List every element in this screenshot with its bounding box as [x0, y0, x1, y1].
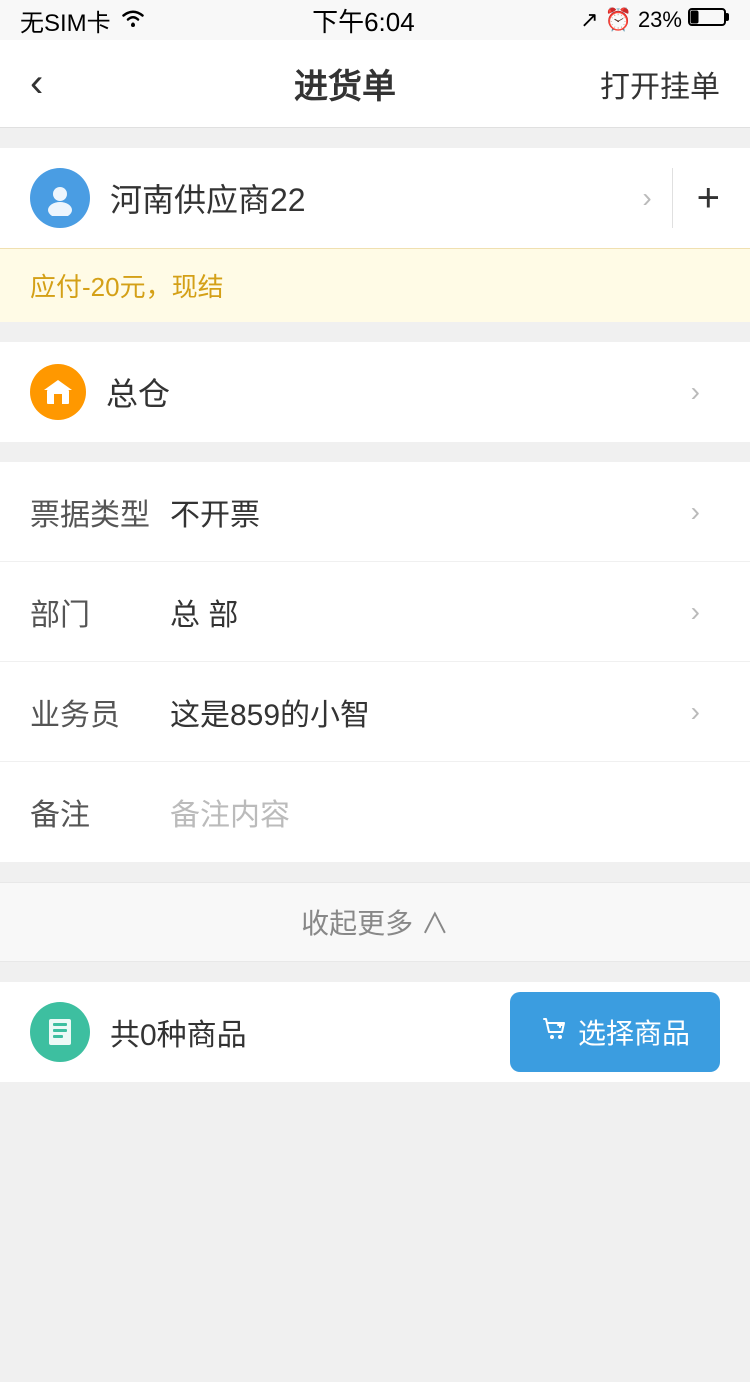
location-icon: ↗: [580, 7, 598, 33]
supplier-name: 河南供应商22: [110, 175, 642, 221]
carrier-label: 无SIM卡: [20, 3, 111, 38]
notice-bar: 应付-20元，现结: [0, 248, 750, 322]
section-gap-1: [0, 128, 750, 148]
invoice-type-chevron-icon: ›: [691, 496, 700, 528]
battery-label: 23%: [638, 7, 682, 33]
select-product-label: 选择商品: [578, 1012, 690, 1052]
department-chevron-icon: ›: [691, 596, 700, 628]
alarm-icon: ⏰: [605, 7, 632, 33]
invoice-type-row[interactable]: 票据类型 不开票 ›: [0, 462, 750, 562]
wifi-icon: [119, 6, 147, 35]
product-section: 共0种商品 选择商品: [0, 982, 750, 1082]
status-bar: 无SIM卡 下午6:04 ↗ ⏰ 23%: [0, 0, 750, 40]
add-button[interactable]: +: [672, 168, 720, 228]
department-row[interactable]: 部门 总 部 ›: [0, 562, 750, 662]
salesperson-label: 业务员: [30, 690, 160, 734]
select-product-button[interactable]: 选择商品: [510, 992, 720, 1072]
cart-icon: [540, 1015, 568, 1050]
product-count: 共0种商品: [110, 1010, 510, 1054]
warehouse-icon: [30, 364, 86, 420]
notice-text: 应付-20元，现结: [30, 272, 224, 302]
bottom-area: [0, 1082, 750, 1382]
salesperson-chevron-icon: ›: [691, 696, 700, 728]
department-value: 总 部: [160, 590, 691, 634]
open-pending-button[interactable]: 打开挂单: [600, 62, 720, 106]
page-title: 进货单: [294, 59, 396, 108]
chevron-right-icon: ›: [642, 182, 651, 214]
supplier-row[interactable]: 河南供应商22 › +: [0, 148, 750, 248]
department-label: 部门: [30, 590, 160, 634]
battery-icon: [688, 6, 730, 34]
supplier-avatar: [30, 168, 90, 228]
warehouse-chevron-icon: ›: [691, 376, 700, 408]
status-left: 无SIM卡: [20, 3, 147, 38]
remarks-row[interactable]: 备注 备注内容: [0, 762, 750, 862]
nav-bar: ‹ 进货单 打开挂单: [0, 40, 750, 128]
status-right: ↗ ⏰ 23%: [580, 6, 730, 34]
warehouse-name: 总仓: [106, 369, 691, 415]
status-time: 下午6:04: [312, 2, 415, 39]
salesperson-row[interactable]: 业务员 这是859的小智 ›: [0, 662, 750, 762]
collapse-toggle[interactable]: 收起更多 ∧: [0, 882, 750, 962]
remarks-label: 备注: [30, 790, 160, 834]
invoice-type-value: 不开票: [160, 490, 691, 534]
remarks-input[interactable]: 备注内容: [160, 790, 720, 834]
salesperson-value: 这是859的小智: [160, 690, 691, 734]
back-button[interactable]: ‹: [30, 61, 90, 106]
warehouse-row[interactable]: 总仓 ›: [0, 342, 750, 442]
collapse-label: 收起更多 ∧: [301, 902, 449, 942]
product-icon: [30, 1002, 90, 1062]
form-section: 票据类型 不开票 › 部门 总 部 › 业务员 这是859的小智 › 备注 备注…: [0, 462, 750, 862]
invoice-type-label: 票据类型: [30, 490, 160, 534]
